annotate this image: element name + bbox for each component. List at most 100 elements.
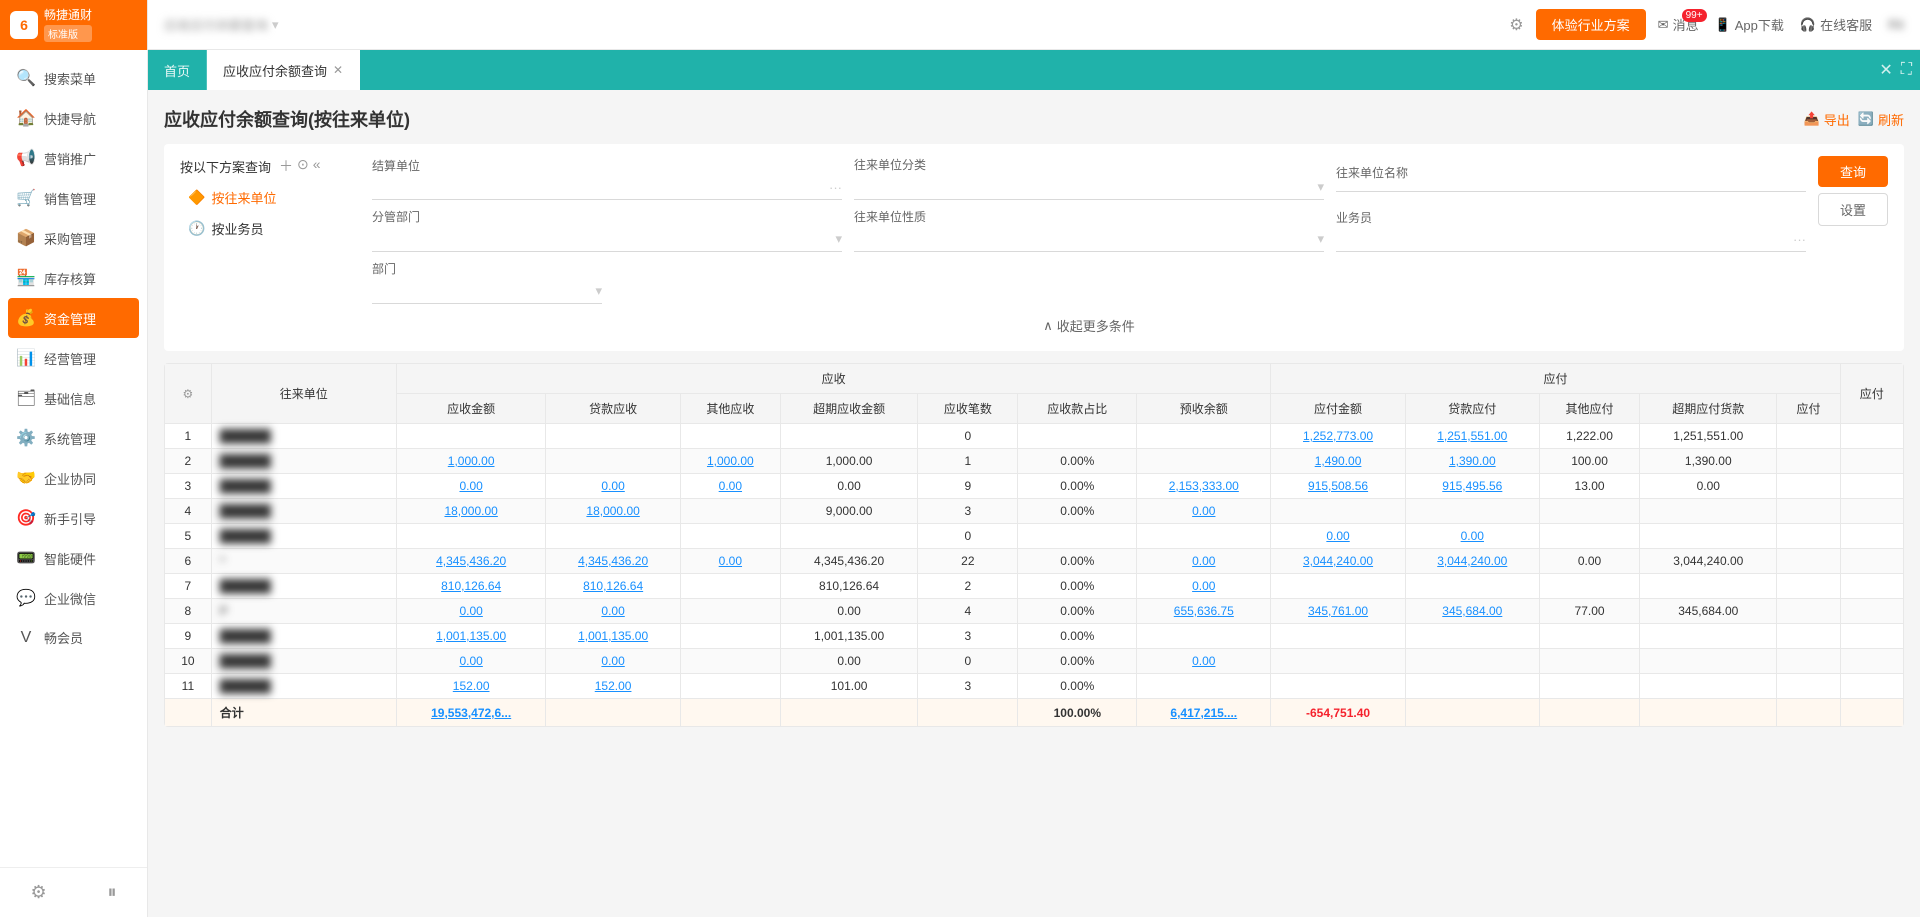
sidebar-item-wechat[interactable]: 💬企业微信 <box>0 578 147 618</box>
table-row: 7██████810,126.64810,126.64810,126.6420.… <box>165 574 1904 599</box>
table-cell: 0.00% <box>1018 674 1137 699</box>
tab-close-window-icon[interactable]: ✕ <box>1879 60 1892 80</box>
table-cell[interactable]: 18,000.00 <box>546 499 680 524</box>
user-button[interactable]: Rit <box>1888 17 1904 32</box>
filter-by-staff[interactable]: 🕐 按业务员 <box>180 215 360 242</box>
total-ar-amount[interactable]: 19,553,472,6... <box>396 699 546 727</box>
table-cell[interactable]: 1,490.00 <box>1271 449 1405 474</box>
filter-by-unit[interactable]: 🔶 按往来单位 <box>180 184 360 211</box>
total-ar-advance[interactable]: 6,417,215.... <box>1137 699 1271 727</box>
table-cell[interactable]: 152.00 <box>546 674 680 699</box>
unit-nature-select[interactable]: ▾ <box>854 227 1324 252</box>
sidebar-item-guide[interactable]: 🎯新手引导 <box>0 498 147 538</box>
sidebar-item-basic[interactable]: 🗂基础信息 <box>0 378 147 418</box>
collapse-scheme-icon[interactable]: « <box>313 156 321 176</box>
tab-arap[interactable]: 应收应付余额查询 ✕ <box>207 50 360 90</box>
table-cell[interactable]: 0.00 <box>680 474 780 499</box>
th-ar-other: 其他应收 <box>680 394 780 424</box>
table-cell[interactable]: 810,126.64 <box>396 574 546 599</box>
table-row: 8P0.000.000.0040.00%655,636.75345,761.00… <box>165 599 1904 624</box>
salesperson-input[interactable]: ··· <box>1336 228 1806 252</box>
collapse-bottom-icon[interactable]: ⏸ <box>100 878 125 907</box>
table-cell[interactable]: 0.00 <box>1271 524 1405 549</box>
table-cell[interactable]: 0.00 <box>396 649 546 674</box>
table-cell[interactable]: 810,126.64 <box>546 574 680 599</box>
industry-solution-button[interactable]: 体验行业方案 <box>1536 9 1646 40</box>
table-cell <box>1539 524 1639 549</box>
sidebar-item-finance[interactable]: 💰资金管理 <box>8 298 139 338</box>
table-cell[interactable]: 0.00 <box>1137 549 1271 574</box>
table-cell[interactable]: 655,636.75 <box>1137 599 1271 624</box>
table-cell[interactable]: 0.00 <box>1137 499 1271 524</box>
table-cell[interactable]: 1,251,551.00 <box>1405 424 1539 449</box>
sidebar-item-inventory[interactable]: 🏪库存核算 <box>0 258 147 298</box>
collapse-more-button[interactable]: ∧ 收起更多条件 <box>1039 312 1139 339</box>
table-cell[interactable]: 4,345,436.20 <box>546 549 680 574</box>
export-icon: 📤 <box>1804 111 1820 127</box>
table-cell[interactable]: 0.00 <box>396 474 546 499</box>
settings-bottom-icon[interactable]: ⚙ <box>22 878 54 907</box>
sidebar-item-search[interactable]: 🔍搜索菜单 <box>0 58 147 98</box>
dept-select[interactable]: ▾ <box>372 279 602 304</box>
refresh-button[interactable]: 🔄 刷新 <box>1858 110 1904 129</box>
add-scheme-icon[interactable]: ＋ <box>279 156 293 176</box>
sidebar-item-quicknav[interactable]: 🏠快捷导航 <box>0 98 147 138</box>
sidebar-item-system[interactable]: ⚙️系统管理 <box>0 418 147 458</box>
table-cell[interactable]: 1,001,135.00 <box>396 624 546 649</box>
table-cell[interactable]: 0.00 <box>1137 649 1271 674</box>
table-cell[interactable]: 915,495.56 <box>1405 474 1539 499</box>
table-cell[interactable]: 0.00 <box>546 474 680 499</box>
table-cell[interactable]: 18,000.00 <box>396 499 546 524</box>
table-cell[interactable]: 0.00 <box>1405 524 1539 549</box>
table-cell <box>396 424 546 449</box>
table-cell[interactable]: 2,153,333.00 <box>1137 474 1271 499</box>
table-cell[interactable]: 1,252,773.00 <box>1271 424 1405 449</box>
table-cell[interactable]: 345,684.00 <box>1405 599 1539 624</box>
table-cell[interactable]: 1,390.00 <box>1405 449 1539 474</box>
table-cell[interactable]: 0.00 <box>680 549 780 574</box>
table-cell[interactable]: 1,000.00 <box>396 449 546 474</box>
message-button[interactable]: ✉ 消息 99+ <box>1658 15 1699 34</box>
sidebar-item-cooperation[interactable]: 🤝企业协同 <box>0 458 147 498</box>
sidebar-item-marketing[interactable]: 📢营销推广 <box>0 138 147 178</box>
sidebar-item-member[interactable]: V畅会员 <box>0 618 147 657</box>
table-cell[interactable]: 0.00 <box>546 649 680 674</box>
settings-button[interactable]: 设置 <box>1818 193 1888 226</box>
export-button[interactable]: 📤 导出 <box>1804 110 1850 129</box>
dept-manager-select[interactable]: ▾ <box>372 227 842 252</box>
table-cell[interactable]: 915,508.56 <box>1271 474 1405 499</box>
app-download-button[interactable]: 📱 App下载 <box>1715 15 1784 34</box>
service-button[interactable]: 🎧 在线客服 <box>1800 15 1872 34</box>
table-cell[interactable]: 0.00 <box>1137 574 1271 599</box>
home-icon: 🏠 <box>16 108 36 128</box>
logo-icon: 6 <box>10 11 38 39</box>
table-settings-icon[interactable]: ⚙ <box>183 387 194 401</box>
table-cell[interactable]: 1,000.00 <box>680 449 780 474</box>
settlement-unit-input[interactable]: ··· <box>372 176 842 200</box>
table-cell[interactable]: 345,761.00 <box>1271 599 1405 624</box>
table-cell[interactable]: 0.00 <box>396 599 546 624</box>
sidebar-item-purchase[interactable]: 📦采购管理 <box>0 218 147 258</box>
tab-maximize-icon[interactable]: ⛶ <box>1901 61 1912 79</box>
logo-name: 畅捷通财 <box>44 8 92 24</box>
sidebar-item-operation[interactable]: 📊经营管理 <box>0 338 147 378</box>
table-cell[interactable]: 1,001,135.00 <box>546 624 680 649</box>
table-cell[interactable]: 4,345,436.20 <box>396 549 546 574</box>
settings-scheme-icon[interactable]: ⊙ <box>297 156 309 176</box>
tab-close-icon[interactable]: ✕ <box>333 63 343 77</box>
settlement-unit-label: 结算单位 <box>372 157 842 174</box>
table-cell[interactable]: 152.00 <box>396 674 546 699</box>
sidebar-item-sales[interactable]: 🛒销售管理 <box>0 178 147 218</box>
query-button[interactable]: 查询 <box>1818 156 1888 187</box>
th-settings[interactable]: ⚙ <box>165 364 212 424</box>
unit-name-input[interactable] <box>1336 183 1806 192</box>
table-cell[interactable]: 3,044,240.00 <box>1271 549 1405 574</box>
topbar-gear-icon[interactable]: ⚙ <box>1509 15 1523 35</box>
table-cell: 1,251,551.00 <box>1640 424 1777 449</box>
table-cell <box>1137 424 1271 449</box>
sidebar-item-hardware[interactable]: 📟智能硬件 <box>0 538 147 578</box>
table-cell[interactable]: 0.00 <box>546 599 680 624</box>
unit-category-select[interactable]: ▾ <box>854 175 1324 200</box>
table-cell[interactable]: 3,044,240.00 <box>1405 549 1539 574</box>
tab-home[interactable]: 首页 <box>148 50 207 90</box>
